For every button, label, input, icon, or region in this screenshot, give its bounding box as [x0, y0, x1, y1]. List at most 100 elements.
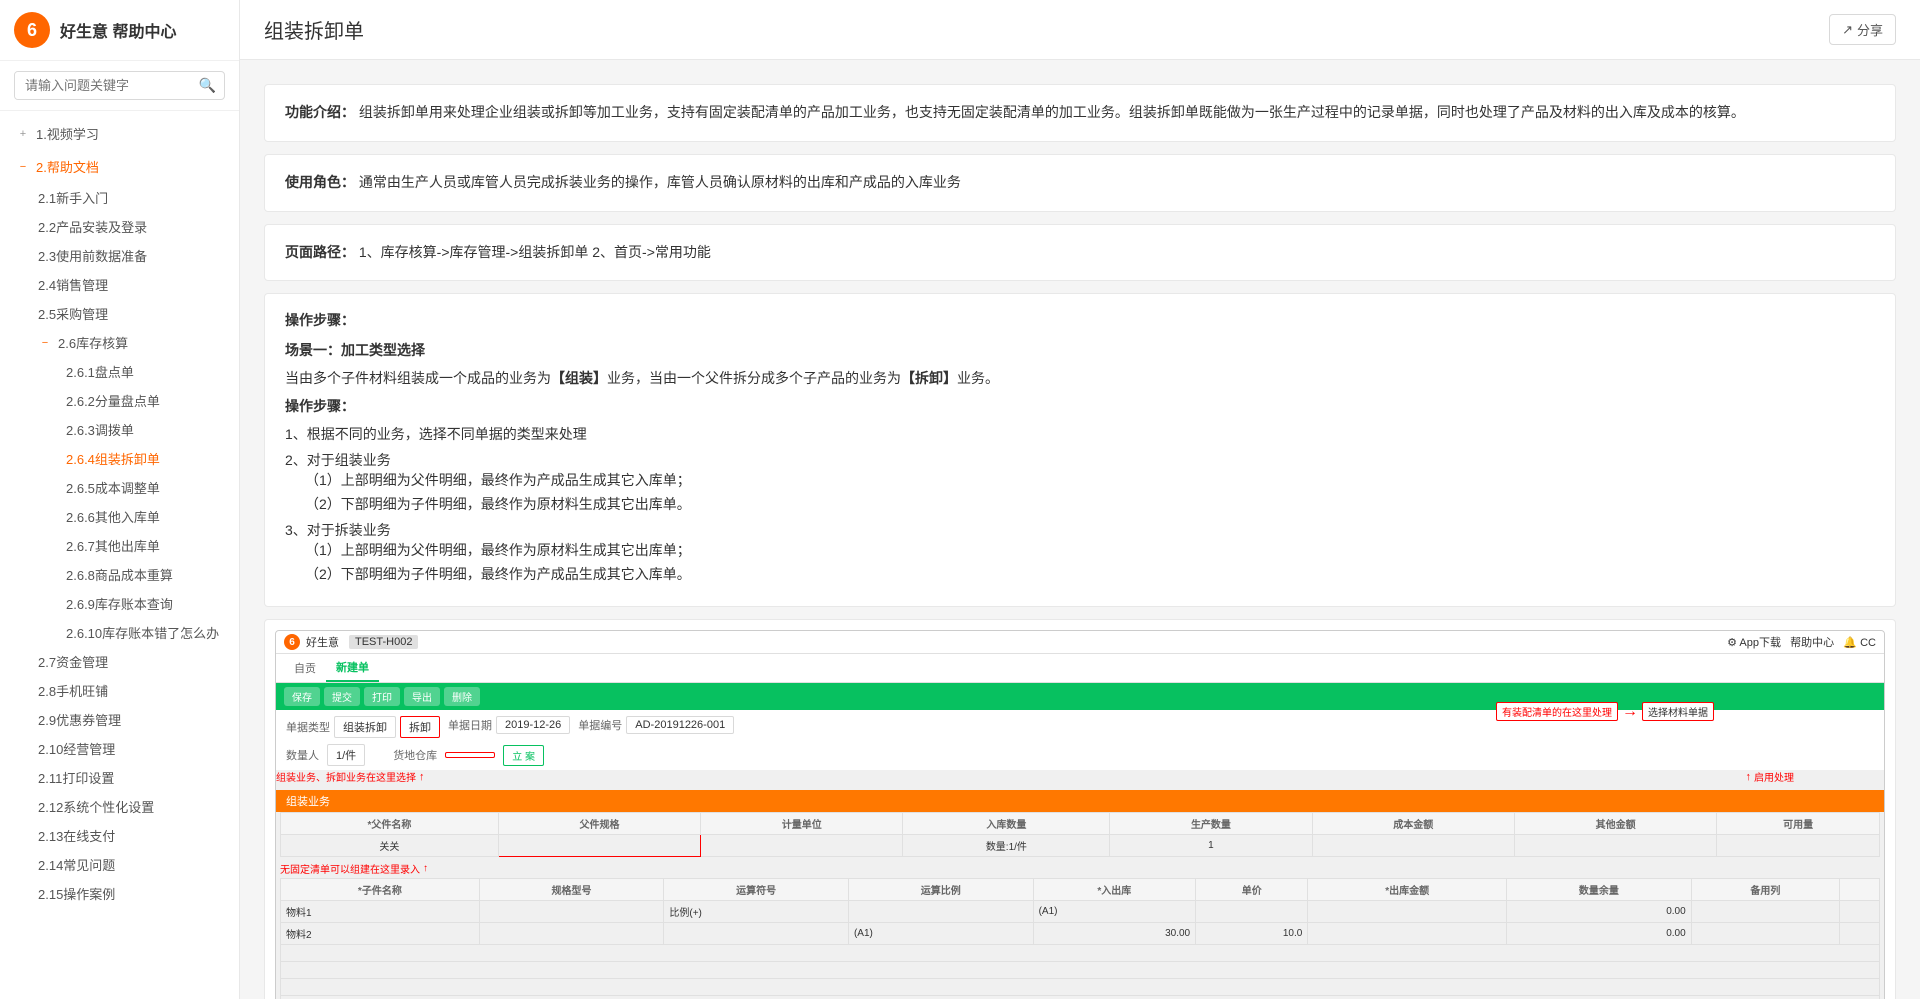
sub-step-3-2: （2）下部明细为子件明细，最终作为产成品生成其它入库单。 — [305, 564, 1875, 584]
ss-form-row-wrap: 单据类型 组装拆卸 拆卸 单据日期 2019-12-26 单据编号 AD-201… — [286, 716, 1874, 738]
ss-btn-apply[interactable]: 立 案 — [503, 745, 544, 766]
share-label: 分享 — [1857, 20, 1883, 39]
table-row: 物料1 比例(+) (A1) 0.00 — [281, 901, 1880, 923]
ss-empty-row-5 — [281, 979, 1880, 996]
sidebar-item-2-1[interactable]: 2.1新手入门 — [28, 183, 239, 212]
sidebar-item-docs[interactable]: − 2.帮助文档 — [0, 150, 239, 183]
sidebar-item-2-9[interactable]: 2.9优惠券管理 — [28, 705, 239, 734]
ss-child-name-1: 物料1 — [281, 901, 480, 923]
ss-tab-home[interactable]: 自贡 — [284, 655, 326, 681]
annotation-enable-text: 启用处理 — [1754, 769, 1794, 784]
sidebar-item-2-6-9[interactable]: 2.6.9库存账本查询 — [56, 589, 239, 618]
ss-cell-parent-name-1: 关关 — [281, 835, 499, 857]
sidebar-item-2-6-6[interactable]: 2.6.6其他入库单 — [56, 502, 239, 531]
ss-field-subtype-val[interactable]: 拆卸 — [400, 716, 440, 738]
sidebar-item-2-6-8[interactable]: 2.6.8商品成本重算 — [56, 560, 239, 589]
ss-col-prod-qty: 生产数量 — [1110, 813, 1312, 835]
sidebar-item-2-7[interactable]: 2.7资金管理 — [28, 647, 239, 676]
ss-child-remain-2: 0.00 — [1507, 923, 1692, 945]
func-intro-card: 功能介绍： 组装拆卸单用来处理企业组装或拆卸等加工业务，支持有固定装配清单的产品… — [264, 84, 1896, 142]
ss-bottom-table-body: 物料1 比例(+) (A1) 0.00 — [281, 901, 1880, 999]
ss-tabbar: 自贡 新建单 — [276, 654, 1884, 683]
ss-tab-new[interactable]: 新建单 — [326, 654, 379, 682]
ss-form-warehouse-label: 货地仓库 — [393, 747, 437, 763]
ss-form-row2: 数量人 1/件 货地仓库 立 案 组装业务、拆卸业务在这里选择 ↑ ↑ — [286, 744, 1874, 766]
ss-empty-row-3 — [281, 945, 1880, 962]
sidebar-item-2-6[interactable]: − 2.6库存核算 — [28, 328, 239, 357]
sidebar-item-label: 2.6.10库存账本错了怎么办 — [66, 623, 219, 642]
main-header: 组装拆卸单 ↗ 分享 — [240, 0, 1920, 60]
sidebar-item-label: 2.2产品安装及登录 — [38, 217, 147, 236]
sidebar-item-2-12[interactable]: 2.12系统个性化设置 — [28, 792, 239, 821]
ss-field-date: 单据日期 2019-12-26 — [448, 716, 570, 734]
table-row — [281, 979, 1880, 996]
ss-btn-submit[interactable]: 提交 — [324, 687, 360, 706]
logo-icon: 6 — [14, 12, 50, 48]
ss-btn-delete[interactable]: 删除 — [444, 687, 480, 706]
sidebar-item-label: 2.帮助文档 — [36, 157, 99, 176]
annotation-enable: ↑ 启用处理 — [1746, 769, 1795, 784]
sidebar-item-2-8[interactable]: 2.8手机旺铺 — [28, 676, 239, 705]
ss-btn-print[interactable]: 打印 — [364, 687, 400, 706]
sidebar-item-label: 2.13在线支付 — [38, 826, 115, 845]
sub-step-list-2: （1）上部明细为父件明细，最终作为产成品生成其它入库单； （2）下部明细为子件明… — [285, 470, 1875, 514]
sidebar-item-label: 2.6.3调拨单 — [66, 420, 134, 439]
ss-top-table-header: *父件名称 父件规格 计量单位 入库数量 生产数量 成本金额 其他金额 可用量 — [281, 813, 1880, 835]
ss-child-ratio-1 — [848, 901, 1033, 923]
ops-title: 操作步骤： — [285, 310, 1875, 330]
sidebar-item-2-6-3[interactable]: 2.6.3调拨单 — [56, 415, 239, 444]
ss-form-area: 单据类型 组装拆卸 拆卸 单据日期 2019-12-26 单据编号 AD-201… — [276, 710, 1884, 770]
ss-form-warehouse[interactable] — [445, 752, 495, 758]
sidebar-item-2-2[interactable]: 2.2产品安装及登录 — [28, 212, 239, 241]
sidebar-item-2-10[interactable]: 2.10经营管理 — [28, 734, 239, 763]
ss-form-qty[interactable]: 1/件 — [327, 744, 365, 766]
sidebar-item-2-6-10[interactable]: 2.6.10库存账本错了怎么办 — [56, 618, 239, 647]
annotation-select-btn[interactable]: 选择材料单据 — [1642, 702, 1714, 721]
ss-bottom-table: *子件名称 规格型号 运算符号 运算比例 *入出库 单价 *出库金额 数量余量 … — [280, 878, 1880, 999]
sidebar-item-label: 2.6.4组装拆卸单 — [66, 449, 160, 468]
sidebar-item-2-11[interactable]: 2.11打印设置 — [28, 763, 239, 792]
ss-cell-unit-1 — [701, 835, 903, 857]
sidebar-item-2-15[interactable]: 2.15操作案例 — [28, 879, 239, 908]
sidebar: 6 好生意 帮助中心 🔍 + 1.视频学习 − 2.帮助文档 2.1新手入门 2… — [0, 0, 240, 999]
ss-field-no-val[interactable]: AD-20191226-001 — [626, 716, 734, 734]
role-card: 使用角色： 通常由生产人员或库管人员完成拆装业务的操作，库管人员确认原材料的出库… — [264, 154, 1896, 212]
sidebar-item-2-6-7[interactable]: 2.6.7其他出库单 — [56, 531, 239, 560]
ss-field-date-val[interactable]: 2019-12-26 — [496, 716, 570, 734]
ss-top-icons: ⚙ App下载 帮助中心 🔔 CC — [1727, 634, 1876, 650]
search-bar: 🔍 — [0, 61, 239, 111]
ss-col-parent-name: *父件名称 — [281, 813, 499, 835]
sidebar-item-2-13[interactable]: 2.13在线支付 — [28, 821, 239, 850]
ss-col-child-name: *子件名称 — [281, 879, 480, 901]
annotation-arrow-1: → — [1622, 704, 1638, 720]
sidebar-item-2-14[interactable]: 2.14常见问题 — [28, 850, 239, 879]
sidebar-item-2-6-4[interactable]: 2.6.4组装拆卸单 — [56, 444, 239, 473]
sidebar-item-2-4[interactable]: 2.4销售管理 — [28, 270, 239, 299]
ss-field-type-val[interactable]: 组装拆卸 — [334, 716, 396, 738]
ss-form-row2-label: 数量人 — [286, 747, 319, 763]
ss-bottom-table-header: *子件名称 规格型号 运算符号 运算比例 *入出库 单价 *出库金额 数量余量 … — [281, 879, 1880, 901]
sidebar-item-2-3[interactable]: 2.3使用前数据准备 — [28, 241, 239, 270]
sidebar-item-videos[interactable]: + 1.视频学习 — [0, 117, 239, 150]
toggle-icon: − — [16, 161, 30, 173]
sidebar-item-2-6-2[interactable]: 2.6.2分量盘点单 — [56, 386, 239, 415]
ss-top-table-body: 关关 数量:1/件 1 — [281, 835, 1880, 857]
share-icon: ↗ — [1842, 22, 1853, 38]
sidebar-item-2-5[interactable]: 2.5采购管理 — [28, 299, 239, 328]
sidebar-item-2-6-1[interactable]: 2.6.1盘点单 — [56, 357, 239, 386]
ss-child-spec-2 — [479, 923, 664, 945]
ss-col-instock-qty: 入库数量 — [903, 813, 1110, 835]
ss-col-operator: 运算符号 — [664, 879, 849, 901]
search-button[interactable]: 🔍 — [191, 73, 224, 98]
ss-child-name-2: 物料2 — [281, 923, 480, 945]
ss-btn-save[interactable]: 保存 — [284, 687, 320, 706]
toggle-icon: − — [38, 337, 52, 349]
ss-col-cost-amt: 成本金额 — [1312, 813, 1514, 835]
sidebar-item-2-6-5[interactable]: 2.6.5成本调整单 — [56, 473, 239, 502]
ss-col-child-spec: 规格型号 — [479, 879, 664, 901]
share-button[interactable]: ↗ 分享 — [1829, 14, 1896, 45]
ss-btn-export[interactable]: 导出 — [404, 687, 440, 706]
search-input[interactable] — [15, 72, 191, 99]
sidebar-item-label: 2.4销售管理 — [38, 275, 108, 294]
ss-col-out-amt: *出库金额 — [1308, 879, 1507, 901]
